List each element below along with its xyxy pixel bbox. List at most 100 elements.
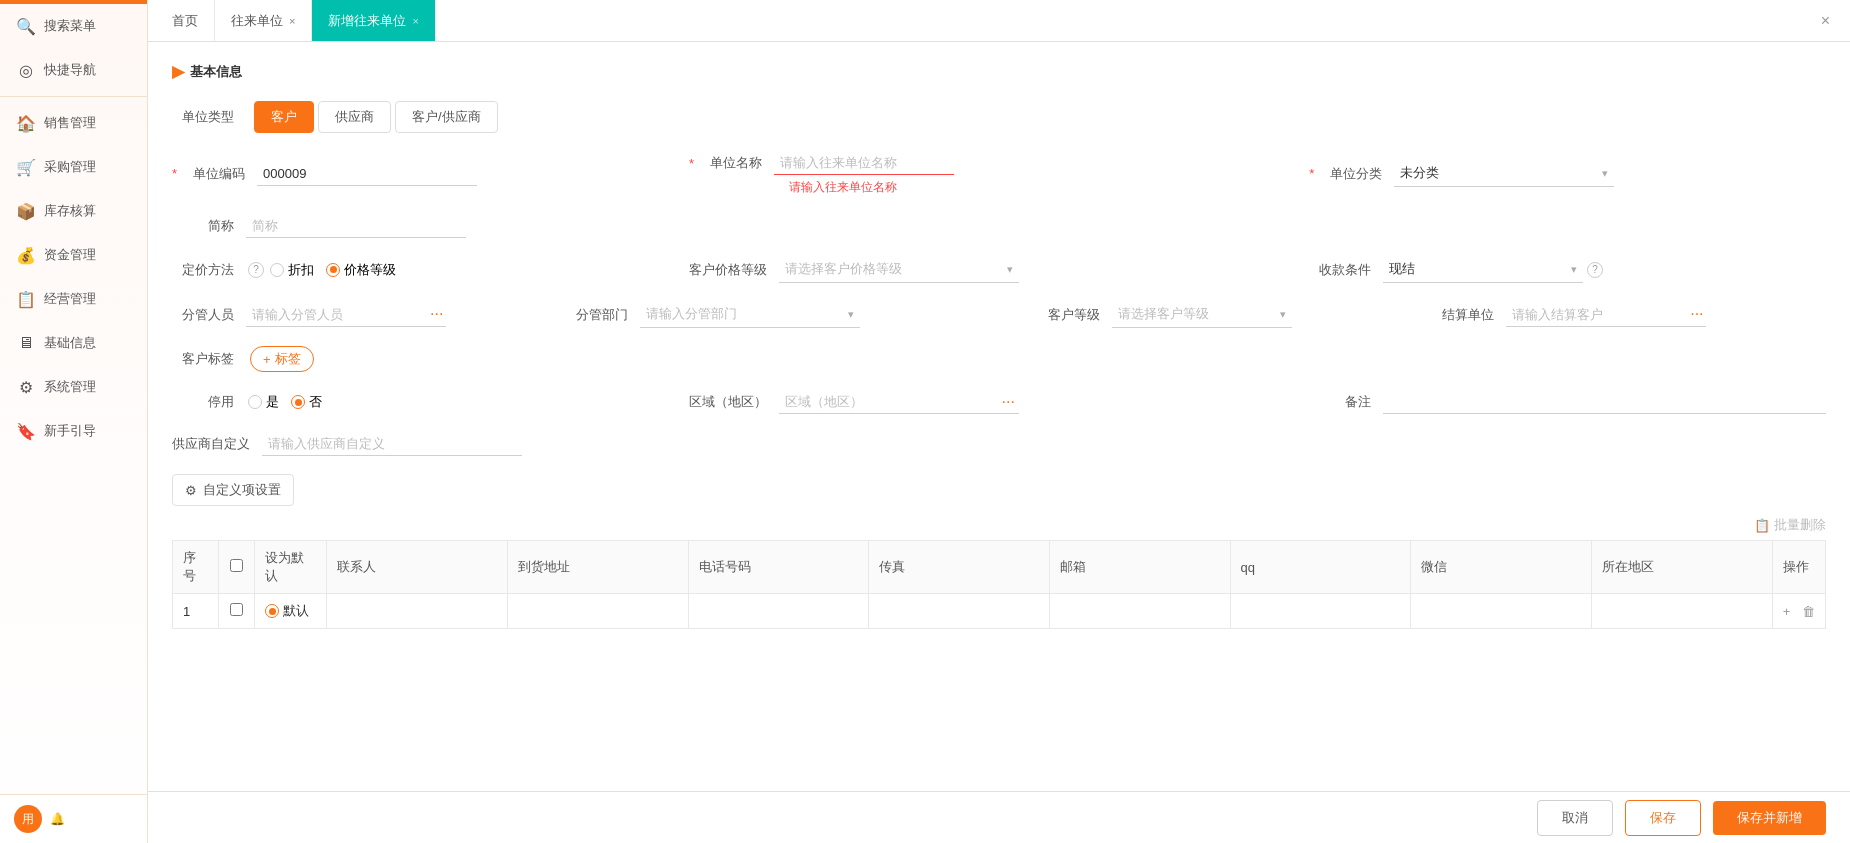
customer-tag-label: 客户标签: [172, 350, 242, 368]
sidebar-item-inventory[interactable]: 📦 库存核算: [0, 189, 147, 233]
row-email: [1049, 594, 1230, 629]
btn-both[interactable]: 客户/供应商: [395, 101, 498, 133]
tab-new-transaction-close[interactable]: ×: [412, 15, 418, 27]
pricing-radio-discount-circle: [270, 263, 284, 277]
contacts-table-section: 📋 批量删除 序号 设为默认 联系人 到货地址 电话号码 传真 邮箱 qq: [172, 516, 1826, 629]
disabled-radio-yes-circle: [248, 395, 262, 409]
row-address-input[interactable]: [518, 604, 678, 619]
pricing-radio-price-level[interactable]: 价格等级: [326, 261, 396, 279]
department-select[interactable]: 请输入分管部门 ▾: [640, 301, 860, 328]
region-input-wrapper: ···: [779, 390, 1019, 414]
pricing-radio-discount[interactable]: 折扣: [270, 261, 314, 279]
window-close-button[interactable]: ×: [1809, 12, 1842, 30]
page-content-area: ▶ 基本信息 单位类型 客户 供应商 客户/供应商 * 单位编码: [148, 42, 1850, 791]
sidebar-item-sales[interactable]: 🏠 销售管理: [0, 101, 147, 145]
sidebar-item-basic-info[interactable]: 🖥 基础信息: [0, 321, 147, 365]
row-default-radio[interactable]: 默认: [265, 602, 316, 620]
row-wechat-input[interactable]: [1421, 604, 1581, 619]
remarks-group: 备注: [1309, 390, 1826, 414]
section-basic-info-title: 基本信息: [190, 63, 242, 81]
row-phone: [688, 594, 869, 629]
row-delete-button[interactable]: 🗑: [1802, 604, 1815, 619]
row-email-input[interactable]: [1060, 604, 1220, 619]
row-checkbox[interactable]: [230, 603, 243, 616]
unit-name-input[interactable]: [774, 151, 954, 175]
sidebar-item-purchase[interactable]: 🛒 采购管理: [0, 145, 147, 189]
sidebar-item-finance[interactable]: 💰 资金管理: [0, 233, 147, 277]
inventory-icon: 📦: [16, 201, 36, 221]
unit-category-select[interactable]: 未分类 ▾: [1394, 160, 1614, 187]
tab-transactions-label: 往来单位: [231, 12, 283, 30]
supplier-custom-row: 供应商自定义: [172, 432, 1826, 456]
sidebar-item-finance-label: 资金管理: [44, 246, 96, 264]
select-all-checkbox[interactable]: [230, 559, 243, 572]
unit-type-group: 单位类型 客户 供应商 客户/供应商: [172, 101, 1826, 133]
settlement-input[interactable]: [1506, 303, 1686, 326]
col-qq: qq: [1230, 541, 1411, 594]
sidebar-item-guide[interactable]: 🔖 新手引导: [0, 409, 147, 453]
save-button[interactable]: 保存: [1625, 800, 1701, 836]
table-row: 1 默认: [173, 594, 1826, 629]
batch-delete-icon: 📋: [1754, 518, 1770, 533]
abbr-input[interactable]: [246, 214, 466, 238]
row-contact-input[interactable]: [337, 604, 497, 619]
disabled-radio-no[interactable]: 否: [291, 393, 322, 411]
unit-code-group: * 单位编码: [172, 162, 689, 186]
manager-more-button[interactable]: ···: [426, 305, 447, 323]
contacts-table-head: 序号 设为默认 联系人 到货地址 电话号码 传真 邮箱 qq 微信 所在地区 操…: [173, 541, 1826, 594]
customer-level-select[interactable]: 请选择客户等级 ▾: [1112, 301, 1292, 328]
remarks-input[interactable]: [1383, 390, 1826, 414]
col-wechat: 微信: [1411, 541, 1592, 594]
customer-level-group: 客户等级 请选择客户等级 ▾: [1038, 301, 1432, 328]
payment-select[interactable]: 现结 ▾: [1383, 256, 1583, 283]
tab-transactions[interactable]: 往来单位 ×: [215, 0, 312, 41]
sidebar: 🔍 搜索菜单 ◎ 快捷导航 🏠 销售管理 🛒 采购管理 📦 库存核算 💰 资金管…: [0, 0, 148, 843]
btn-supplier[interactable]: 供应商: [318, 101, 391, 133]
btn-customer[interactable]: 客户: [254, 101, 314, 133]
custom-settings-button[interactable]: ⚙ 自定义项设置: [172, 474, 294, 506]
unit-type-label: 单位类型: [172, 108, 242, 126]
settlement-label: 结算单位: [1432, 306, 1502, 324]
disabled-radio-yes[interactable]: 是: [248, 393, 279, 411]
row-region-input[interactable]: [1602, 604, 1762, 619]
col-address: 到货地址: [507, 541, 688, 594]
abbr-group: 简称: [172, 214, 1826, 238]
sidebar-item-system[interactable]: ⚙ 系统管理: [0, 365, 147, 409]
cancel-button[interactable]: 取消: [1537, 800, 1613, 836]
row-add-button[interactable]: +: [1783, 604, 1791, 619]
customer-level-dropdown-icon: ▾: [1280, 308, 1286, 321]
tab-home[interactable]: 首页: [156, 0, 215, 41]
department-group: 分管部门 请输入分管部门 ▾: [566, 301, 1039, 328]
user-count: 🔔: [50, 812, 65, 826]
row-fax-input[interactable]: [879, 604, 1039, 619]
pricing-help-icon[interactable]: ?: [248, 262, 264, 278]
region-group: 区域（地区） ···: [689, 390, 1309, 414]
sidebar-item-search[interactable]: 🔍 搜索菜单: [0, 4, 147, 48]
customer-price-select[interactable]: 请选择客户价格等级 ▾: [779, 256, 1019, 283]
disabled-group: 停用 是 否: [172, 393, 689, 411]
col-fax: 传真: [869, 541, 1050, 594]
payment-help-icon[interactable]: ?: [1587, 262, 1603, 278]
row-phone-input[interactable]: [699, 604, 859, 619]
unit-code-input[interactable]: [257, 162, 477, 186]
manager-input[interactable]: [246, 303, 426, 326]
supplier-custom-input[interactable]: [262, 432, 522, 456]
unit-category-dropdown-icon: ▾: [1602, 167, 1608, 180]
add-tag-button[interactable]: + 标签: [250, 346, 314, 372]
tab-new-transaction[interactable]: 新增往来单位 ×: [312, 0, 435, 41]
disabled-radio-yes-label: 是: [266, 393, 279, 411]
sidebar-item-system-label: 系统管理: [44, 378, 96, 396]
tab-transactions-close[interactable]: ×: [289, 15, 295, 27]
add-tag-icon: +: [263, 352, 271, 367]
save-and-new-button[interactable]: 保存并新增: [1713, 801, 1826, 835]
sidebar-item-operations[interactable]: 📋 经营管理: [0, 277, 147, 321]
row-qq-input[interactable]: [1241, 604, 1401, 619]
batch-delete-button[interactable]: 📋 批量删除: [1754, 516, 1826, 534]
settlement-more-button[interactable]: ···: [1686, 305, 1707, 323]
region-input[interactable]: [779, 390, 998, 413]
sidebar-item-quick-nav[interactable]: ◎ 快捷导航: [0, 48, 147, 92]
manager-label: 分管人员: [172, 306, 242, 324]
region-more-button[interactable]: ···: [998, 393, 1019, 411]
col-index: 序号: [173, 541, 219, 594]
finance-icon: 💰: [16, 245, 36, 265]
